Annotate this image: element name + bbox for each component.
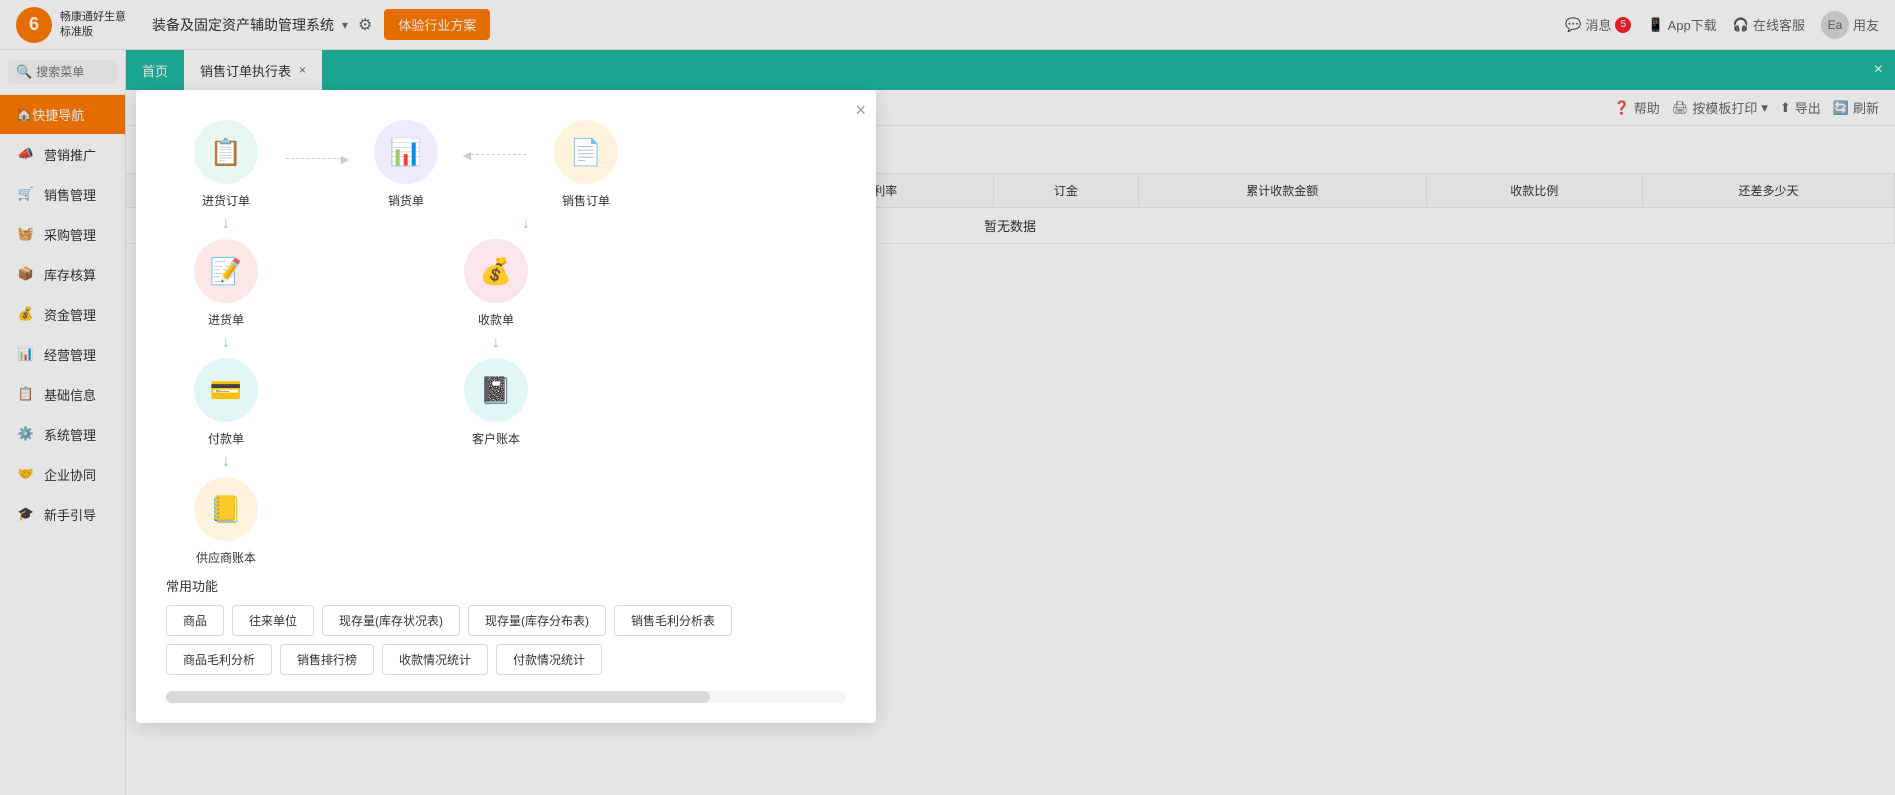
right-flow-col: 📊 销货单 ◄ 📄 销售订单 [346, 120, 646, 447]
flow-receipt-bill[interactable]: 💰 收款单 [436, 239, 556, 328]
common-btn-counterpart[interactable]: 往来单位 [232, 605, 314, 636]
modal-close-button[interactable]: × [855, 100, 866, 121]
arrow-down-receipt [464, 328, 528, 358]
common-btn-stock-dist[interactable]: 现存量(库存分布表) [468, 605, 606, 636]
common-functions-section: 常用功能 商品 往来单位 现存量(库存状况表) 现存量(库存分布表) 销售毛利分… [166, 576, 846, 675]
flow-purchase-order[interactable]: 📋 进货订单 [166, 120, 286, 209]
common-btn-receipt-stats[interactable]: 收款情况统计 [382, 644, 488, 675]
arrow-down-3 [194, 447, 258, 477]
common-btn-sales-profit[interactable]: 销售毛利分析表 [614, 605, 732, 636]
flow-sales-bill[interactable]: 📊 销货单 [346, 120, 466, 209]
scroll-bar[interactable] [166, 691, 846, 703]
common-btn-sales-ranking[interactable]: 销售排行榜 [280, 644, 374, 675]
flow-customer-ledger[interactable]: 📓 客户账本 [436, 358, 556, 447]
flow-purchase-bill[interactable]: 📝 进货单 [166, 239, 286, 328]
common-btn-product-profit[interactable]: 商品毛利分析 [166, 644, 272, 675]
common-buttons-group: 商品 往来单位 现存量(库存状况表) 现存量(库存分布表) 销售毛利分析表 商品… [166, 605, 846, 675]
flow-supplier-ledger[interactable]: 📒 供应商账本 [166, 477, 286, 566]
common-btn-product[interactable]: 商品 [166, 605, 224, 636]
common-btn-stock-status[interactable]: 现存量(库存状况表) [322, 605, 460, 636]
modal-overlay[interactable]: × 📋 进货订单 📝 进货单 [0, 0, 1895, 795]
arrow-down-sales [494, 209, 558, 239]
scroll-bar-thumb [166, 691, 710, 703]
left-flow-col: 📋 进货订单 📝 进货单 💳 付款单 [166, 120, 286, 566]
common-functions-title: 常用功能 [166, 576, 846, 595]
common-btn-payment-stats[interactable]: 付款情况统计 [496, 644, 602, 675]
flow-modal: × 📋 进货订单 📝 进货单 [136, 90, 876, 723]
arrow-down-1 [194, 209, 258, 239]
flow-payment-bill[interactable]: 💳 付款单 [166, 358, 286, 447]
flow-sales-order[interactable]: 📄 销售订单 [526, 120, 646, 209]
arrow-down-2 [194, 328, 258, 358]
